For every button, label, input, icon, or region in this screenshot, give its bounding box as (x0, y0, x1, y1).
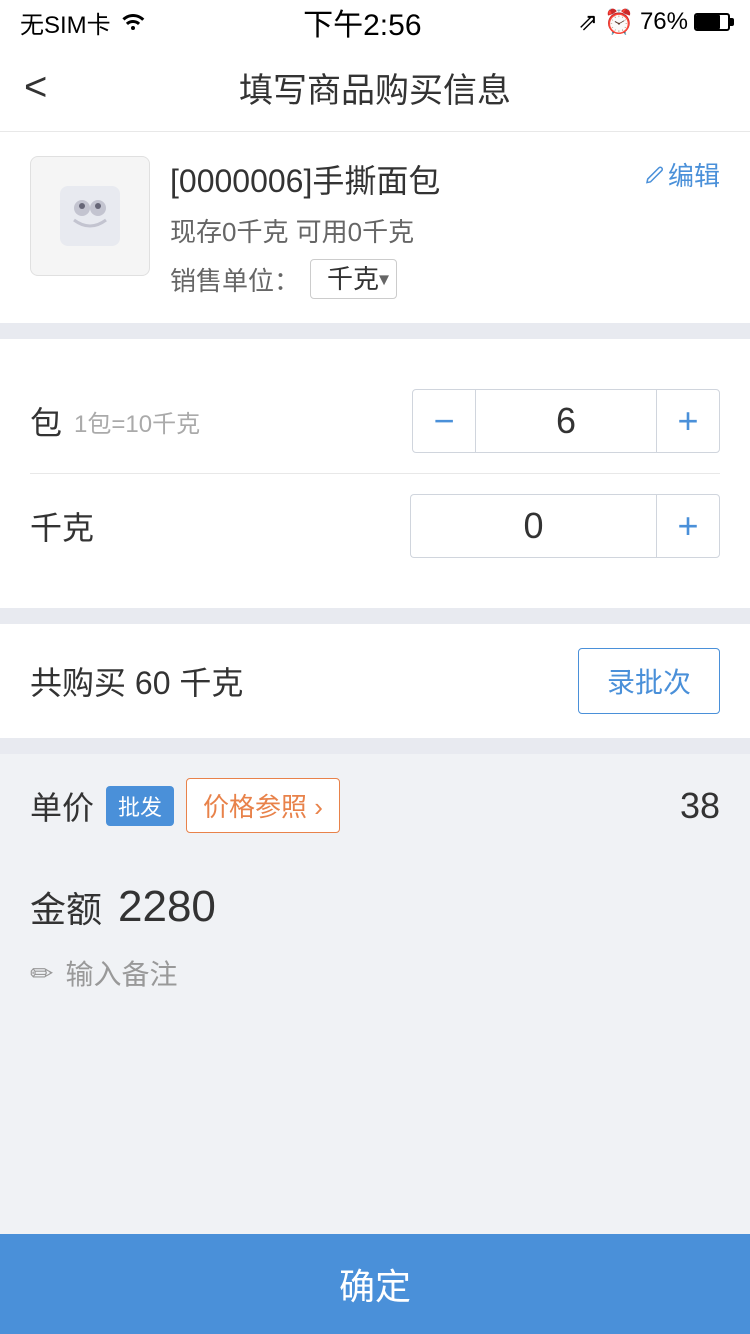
kg-label: 千克 (30, 503, 94, 549)
divider-2 (0, 608, 750, 624)
price-left: 单价 批发 价格参照 › (30, 778, 340, 833)
carrier-label: 无SIM卡 (20, 5, 111, 40)
battery-percent: 76% (640, 8, 688, 36)
total-text: 共购买 60 千克 (30, 658, 243, 704)
remark-row[interactable]: ✏ 输入备注 (30, 953, 720, 1017)
package-input-section: 包 1包=10千克 − + 千克 + (0, 339, 750, 608)
unit-select-wrap[interactable]: 千克 (310, 259, 397, 299)
product-card: [0000006]手撕面包 编辑 现存0千克 可用0千克 销售单位： 千克 (0, 132, 750, 323)
back-button[interactable]: < (24, 65, 47, 110)
amount-value: 2280 (118, 882, 216, 932)
product-thumbnail (30, 156, 150, 276)
edit-button[interactable]: 编辑 (644, 156, 720, 193)
amount-section: 金额 2280 ✏ 输入备注 (0, 857, 750, 1017)
amount-label: 金额 (30, 881, 102, 933)
kg-qty-input[interactable] (410, 494, 656, 558)
kg-input-row: 千克 + (30, 474, 720, 578)
status-bar: 无SIM卡 下午2:56 ⇗ ⏰ 76% (0, 0, 750, 44)
divider-1 (0, 323, 750, 339)
product-info: [0000006]手撕面包 编辑 现存0千克 可用0千克 销售单位： 千克 (170, 156, 720, 299)
edit-icon (644, 165, 664, 185)
price-section: 单价 批发 价格参照 › 38 (0, 754, 750, 857)
alarm-icon: ⏰ (604, 8, 634, 37)
page-title: 填写商品购买信息 (239, 63, 511, 112)
total-section: 共购买 60 千克 录批次 (0, 624, 750, 738)
product-name: [0000006]手撕面包 (170, 156, 440, 202)
package-qty-input[interactable] (476, 389, 656, 453)
status-right: ⇗ ⏰ 76% (578, 8, 730, 37)
batch-button[interactable]: 录批次 (578, 648, 720, 714)
package-hint: 1包=10千克 (74, 404, 200, 439)
unit-label: 销售单位： (170, 261, 300, 298)
kg-plus-button[interactable]: + (656, 494, 720, 558)
remark-icon: ✏ (30, 957, 53, 990)
price-ref-button[interactable]: 价格参照 › (186, 778, 340, 833)
product-stock: 现存0千克 可用0千克 (170, 212, 720, 249)
package-plus-button[interactable]: + (656, 389, 720, 453)
location-icon: ⇗ (578, 8, 598, 37)
price-value: 38 (680, 785, 720, 827)
nav-bar: < 填写商品购买信息 (0, 44, 750, 132)
divider-3 (0, 738, 750, 754)
product-header-row: [0000006]手撕面包 编辑 (170, 156, 720, 212)
package-qty-control: − + (412, 389, 720, 453)
confirm-button[interactable]: 确定 (0, 1234, 750, 1334)
status-left: 无SIM卡 (20, 5, 147, 40)
wifi-icon (119, 8, 147, 37)
kg-qty-control: + (410, 494, 720, 558)
unit-select[interactable]: 千克 (310, 259, 397, 299)
price-label: 单价 (30, 783, 94, 829)
package-minus-button[interactable]: − (412, 389, 476, 453)
battery-icon (694, 13, 730, 31)
remark-placeholder: 输入备注 (65, 953, 177, 993)
package-input-row: 包 1包=10千克 − + (30, 369, 720, 473)
price-tag: 批发 (106, 786, 174, 826)
product-unit-row: 销售单位： 千克 (170, 259, 720, 299)
time-label: 下午2:56 (303, 0, 421, 44)
product-logo-icon (60, 186, 120, 246)
package-label: 包 1包=10千克 (30, 398, 200, 444)
amount-row: 金额 2280 (30, 881, 720, 933)
